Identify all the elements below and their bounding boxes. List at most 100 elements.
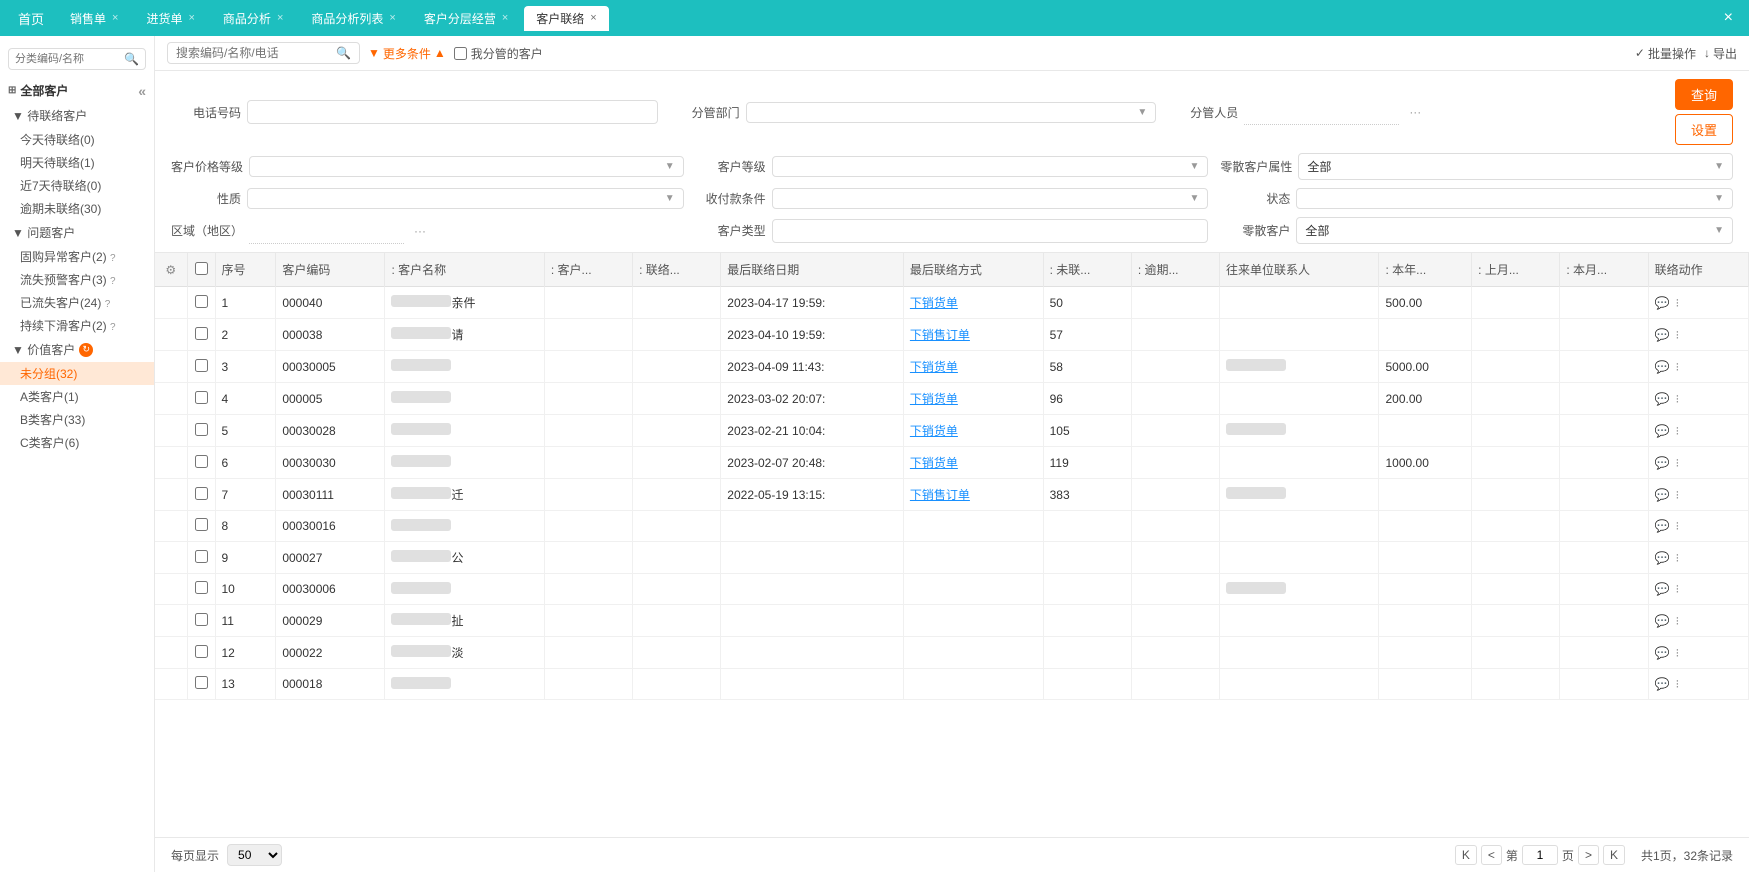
last-method-link[interactable]: 下销售订单 bbox=[910, 328, 970, 342]
refresh-icon[interactable]: ↻ bbox=[79, 343, 93, 357]
message-icon[interactable]: 💬 bbox=[1655, 551, 1670, 565]
close-all-button[interactable]: × bbox=[1716, 9, 1741, 27]
row-checkbox[interactable] bbox=[187, 319, 215, 351]
grid-action-icon[interactable]: ⁝ bbox=[1676, 519, 1680, 533]
row-checkbox[interactable] bbox=[187, 447, 215, 479]
grid-action-icon[interactable]: ⁝ bbox=[1676, 424, 1680, 438]
row-checkbox[interactable] bbox=[187, 574, 215, 605]
nav-tab-purchase[interactable]: 进货单 × bbox=[134, 6, 206, 31]
message-icon[interactable]: 💬 bbox=[1655, 519, 1670, 533]
message-icon[interactable]: 💬 bbox=[1655, 488, 1670, 502]
row-checkbox[interactable] bbox=[187, 637, 215, 669]
last-method-link[interactable]: 下销货单 bbox=[910, 392, 958, 406]
status-select[interactable]: ▼ bbox=[1296, 188, 1733, 209]
close-analysis-list-icon[interactable]: × bbox=[389, 12, 395, 24]
my-customers-check[interactable] bbox=[454, 47, 467, 60]
sidebar-item-lost[interactable]: 已流失客户(24) ? bbox=[0, 291, 154, 314]
export-btn[interactable]: ↓ 导出 bbox=[1704, 45, 1737, 62]
group-problem-header[interactable]: ▼ 问题客户 bbox=[0, 220, 154, 245]
last-method-link[interactable]: 下销货单 bbox=[910, 360, 958, 374]
row-checkbox[interactable] bbox=[187, 479, 215, 511]
row-checkbox[interactable] bbox=[187, 383, 215, 415]
region-dots-icon[interactable]: ··· bbox=[410, 224, 430, 238]
message-icon[interactable]: 💬 bbox=[1655, 677, 1670, 691]
dept-select[interactable]: ▼ bbox=[746, 102, 1157, 123]
scatter-attr-select[interactable]: 全部 ▼ bbox=[1298, 153, 1733, 180]
batch-op-btn[interactable]: ✓ 批量操作 bbox=[1635, 45, 1696, 62]
nav-tab-customer-mgr[interactable]: 客户分层经营 × bbox=[412, 6, 520, 31]
last-method-link[interactable]: 下销货单 bbox=[910, 456, 958, 470]
filter-search-input[interactable] bbox=[176, 46, 336, 60]
reset-button[interactable]: 设置 bbox=[1675, 114, 1733, 145]
sidebar-item-abnormal[interactable]: 固购异常客户(2) ? bbox=[0, 245, 154, 268]
close-customer-mgr-icon[interactable]: × bbox=[502, 12, 508, 24]
scatter-select[interactable]: 全部 ▼ bbox=[1296, 217, 1733, 244]
customer-level-select[interactable]: ▼ bbox=[772, 156, 1209, 177]
grid-action-icon[interactable]: ⁝ bbox=[1676, 551, 1680, 565]
person-dots-icon[interactable]: ··· bbox=[1405, 105, 1425, 119]
grid-action-icon[interactable]: ⁝ bbox=[1676, 456, 1680, 470]
grid-action-icon[interactable]: ⁝ bbox=[1676, 360, 1680, 374]
last-method-link[interactable]: 下销货单 bbox=[910, 296, 958, 310]
row-checkbox[interactable] bbox=[187, 511, 215, 542]
nav-tab-customer-contact[interactable]: 客户联络 × bbox=[524, 6, 608, 31]
phone-input[interactable] bbox=[247, 100, 658, 124]
grid-action-icon[interactable]: ⁝ bbox=[1676, 488, 1680, 502]
close-sales-icon[interactable]: × bbox=[112, 12, 118, 24]
nav-home[interactable]: 首页 bbox=[8, 5, 54, 32]
sidebar-item-week[interactable]: 近7天待联络(0) bbox=[0, 174, 154, 197]
sidebar-item-classA[interactable]: A类客户(1) bbox=[0, 385, 154, 408]
message-icon[interactable]: 💬 bbox=[1655, 392, 1670, 406]
row-checkbox[interactable] bbox=[187, 605, 215, 637]
page-size-select[interactable]: 50 100 200 bbox=[227, 844, 282, 866]
sidebar-item-tomorrow[interactable]: 明天待联络(1) bbox=[0, 151, 154, 174]
close-customer-contact-icon[interactable]: × bbox=[590, 12, 596, 24]
message-icon[interactable]: 💬 bbox=[1655, 360, 1670, 374]
sidebar-search-box[interactable]: 🔍 bbox=[8, 48, 146, 70]
nav-tab-sales[interactable]: 销售单 × bbox=[58, 6, 130, 31]
query-button[interactable]: 查询 bbox=[1675, 79, 1733, 110]
close-purchase-icon[interactable]: × bbox=[188, 12, 194, 24]
close-analysis-icon[interactable]: × bbox=[277, 12, 283, 24]
sidebar-item-classB[interactable]: B类客户(33) bbox=[0, 408, 154, 431]
nav-tab-analysis[interactable]: 商品分析 × bbox=[211, 6, 295, 31]
row-checkbox[interactable] bbox=[187, 351, 215, 383]
filter-search-box[interactable]: 🔍 bbox=[167, 42, 360, 64]
message-icon[interactable]: 💬 bbox=[1655, 328, 1670, 342]
sidebar-item-churn-risk[interactable]: 流失预警客户(3) ? bbox=[0, 268, 154, 291]
prev-page-btn[interactable]: < bbox=[1481, 845, 1502, 865]
grid-action-icon[interactable]: ⁝ bbox=[1676, 614, 1680, 628]
person-input[interactable] bbox=[1244, 99, 1399, 125]
message-icon[interactable]: 💬 bbox=[1655, 582, 1670, 596]
group-value-header[interactable]: ▼ 价值客户 ↻ bbox=[0, 337, 154, 362]
message-icon[interactable]: 💬 bbox=[1655, 424, 1670, 438]
customer-type-input[interactable] bbox=[772, 219, 1209, 243]
grid-action-icon[interactable]: ⁝ bbox=[1676, 677, 1680, 691]
nav-tab-analysis-list[interactable]: 商品分析列表 × bbox=[299, 6, 407, 31]
sidebar-item-classC[interactable]: C类客户(6) bbox=[0, 431, 154, 454]
sidebar-collapse-btn[interactable]: « bbox=[138, 83, 146, 99]
grid-action-icon[interactable]: ⁝ bbox=[1676, 296, 1680, 310]
my-customers-checkbox[interactable]: 我分管的客户 bbox=[454, 45, 543, 62]
message-icon[interactable]: 💬 bbox=[1655, 646, 1670, 660]
next-page-btn[interactable]: > bbox=[1578, 845, 1599, 865]
sidebar-item-today[interactable]: 今天待联络(0) bbox=[0, 128, 154, 151]
sidebar-item-unclassified[interactable]: 未分组(32) bbox=[0, 362, 154, 385]
sidebar-item-declining[interactable]: 持续下滑客户(2) ? bbox=[0, 314, 154, 337]
region-input[interactable] bbox=[249, 218, 404, 244]
grid-action-icon[interactable]: ⁝ bbox=[1676, 392, 1680, 406]
grid-action-icon[interactable]: ⁝ bbox=[1676, 646, 1680, 660]
row-checkbox[interactable] bbox=[187, 669, 215, 700]
group-pending-header[interactable]: ▼ 待联络客户 bbox=[0, 103, 154, 128]
message-icon[interactable]: 💬 bbox=[1655, 614, 1670, 628]
grid-action-icon[interactable]: ⁝ bbox=[1676, 582, 1680, 596]
last-page-btn[interactable]: K bbox=[1603, 845, 1625, 865]
last-method-link[interactable]: 下销售订单 bbox=[910, 488, 970, 502]
select-all-checkbox[interactable] bbox=[195, 262, 208, 275]
price-level-select[interactable]: ▼ bbox=[249, 156, 684, 177]
page-input[interactable] bbox=[1522, 845, 1558, 865]
last-method-link[interactable]: 下销货单 bbox=[910, 424, 958, 438]
payment-select[interactable]: ▼ bbox=[772, 188, 1209, 209]
row-checkbox[interactable] bbox=[187, 415, 215, 447]
message-icon[interactable]: 💬 bbox=[1655, 296, 1670, 310]
